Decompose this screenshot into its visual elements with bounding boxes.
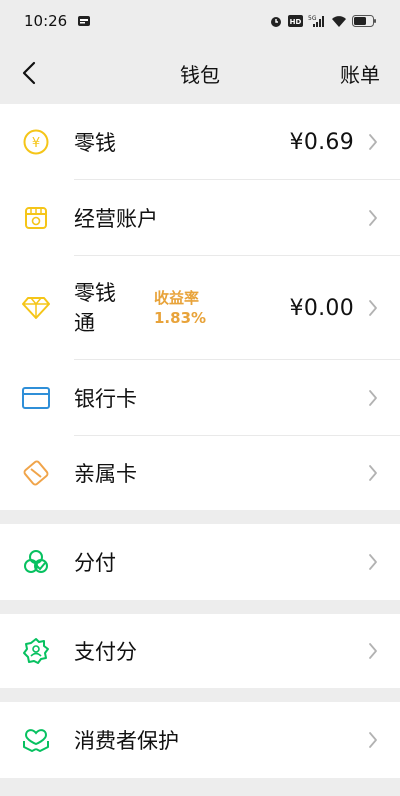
shop-account-icon: [22, 204, 50, 232]
wallet-row-lingqiantong[interactable]: 零钱通 收益率 1.83% ¥0.00: [0, 256, 400, 360]
wallet-row-business-account[interactable]: 经营账户: [0, 180, 400, 256]
hd-icon: HD: [288, 15, 303, 27]
yield-title: 收益率: [154, 289, 200, 307]
row-label: 零钱: [74, 131, 116, 155]
chevron-right-icon: [366, 208, 380, 228]
chevron-right-icon: [366, 388, 380, 408]
chevron-right-icon: [366, 132, 380, 152]
back-button[interactable]: [14, 56, 44, 90]
back-arrow-icon: [22, 61, 36, 85]
wallet-main-group: ¥ 零钱 ¥0.69 经营账户 零钱通 收益率 1.83% ¥0.00 银行卡 …: [0, 104, 400, 510]
credit-score-group: 支付分: [0, 614, 400, 688]
chevron-right-icon: [366, 552, 380, 572]
notification-icon: [77, 14, 91, 28]
bank-card-icon: [22, 384, 50, 412]
wallet-row-consumer-protection[interactable]: 消费者保护: [0, 702, 400, 778]
yield-info: 收益率 1.83%: [154, 288, 206, 328]
chevron-right-icon: [366, 730, 380, 750]
bill-link[interactable]: 账单: [340, 59, 380, 88]
wallet-row-family-card[interactable]: 亲属卡: [0, 436, 400, 510]
yen-coin-icon: ¥: [22, 128, 50, 156]
nav-bar: 钱包 账单: [0, 42, 400, 104]
wallet-row-credit-score[interactable]: 支付分: [0, 614, 400, 688]
section-gap: [0, 688, 400, 702]
row-label: 银行卡: [74, 387, 137, 411]
yield-value: 1.83%: [154, 309, 207, 327]
diamond-icon: [22, 294, 50, 322]
row-label: 支付分: [74, 640, 137, 664]
network-label: 5G: [308, 15, 317, 22]
consumer-protection-icon: [22, 726, 50, 754]
signal-icon: 5G: [308, 14, 326, 28]
fenfu-icon: [22, 548, 50, 576]
credit-score-icon: [22, 637, 50, 665]
status-time: 10:26: [24, 12, 68, 30]
row-label: 经营账户: [74, 207, 158, 231]
wallet-row-change[interactable]: ¥ 零钱 ¥0.69: [0, 104, 400, 180]
wifi-icon: [331, 15, 347, 28]
svg-text:¥: ¥: [32, 136, 40, 151]
fenfu-group: 分付: [0, 524, 400, 600]
row-label: 消费者保护: [74, 729, 179, 753]
battery-icon: [352, 15, 376, 27]
row-label: 零钱通: [74, 281, 116, 335]
chevron-right-icon: [366, 298, 380, 318]
wallet-row-fenfu[interactable]: 分付: [0, 524, 400, 600]
svg-text:HD: HD: [290, 18, 302, 26]
row-value: ¥0.00: [289, 295, 354, 321]
family-card-icon: [22, 459, 50, 487]
wallet-row-bank-card[interactable]: 银行卡: [0, 360, 400, 436]
section-gap: [0, 600, 400, 614]
page-title: 钱包: [180, 62, 220, 87]
section-gap: [0, 510, 400, 524]
row-label: 亲属卡: [74, 462, 137, 486]
row-label: 分付: [74, 551, 116, 575]
row-value: ¥0.69: [289, 129, 354, 155]
chevron-right-icon: [366, 641, 380, 661]
alarm-icon: [269, 14, 283, 28]
consumer-protection-group: 消费者保护: [0, 702, 400, 778]
status-bar: 10:26 HD 5G: [0, 0, 400, 42]
chevron-right-icon: [366, 463, 380, 483]
